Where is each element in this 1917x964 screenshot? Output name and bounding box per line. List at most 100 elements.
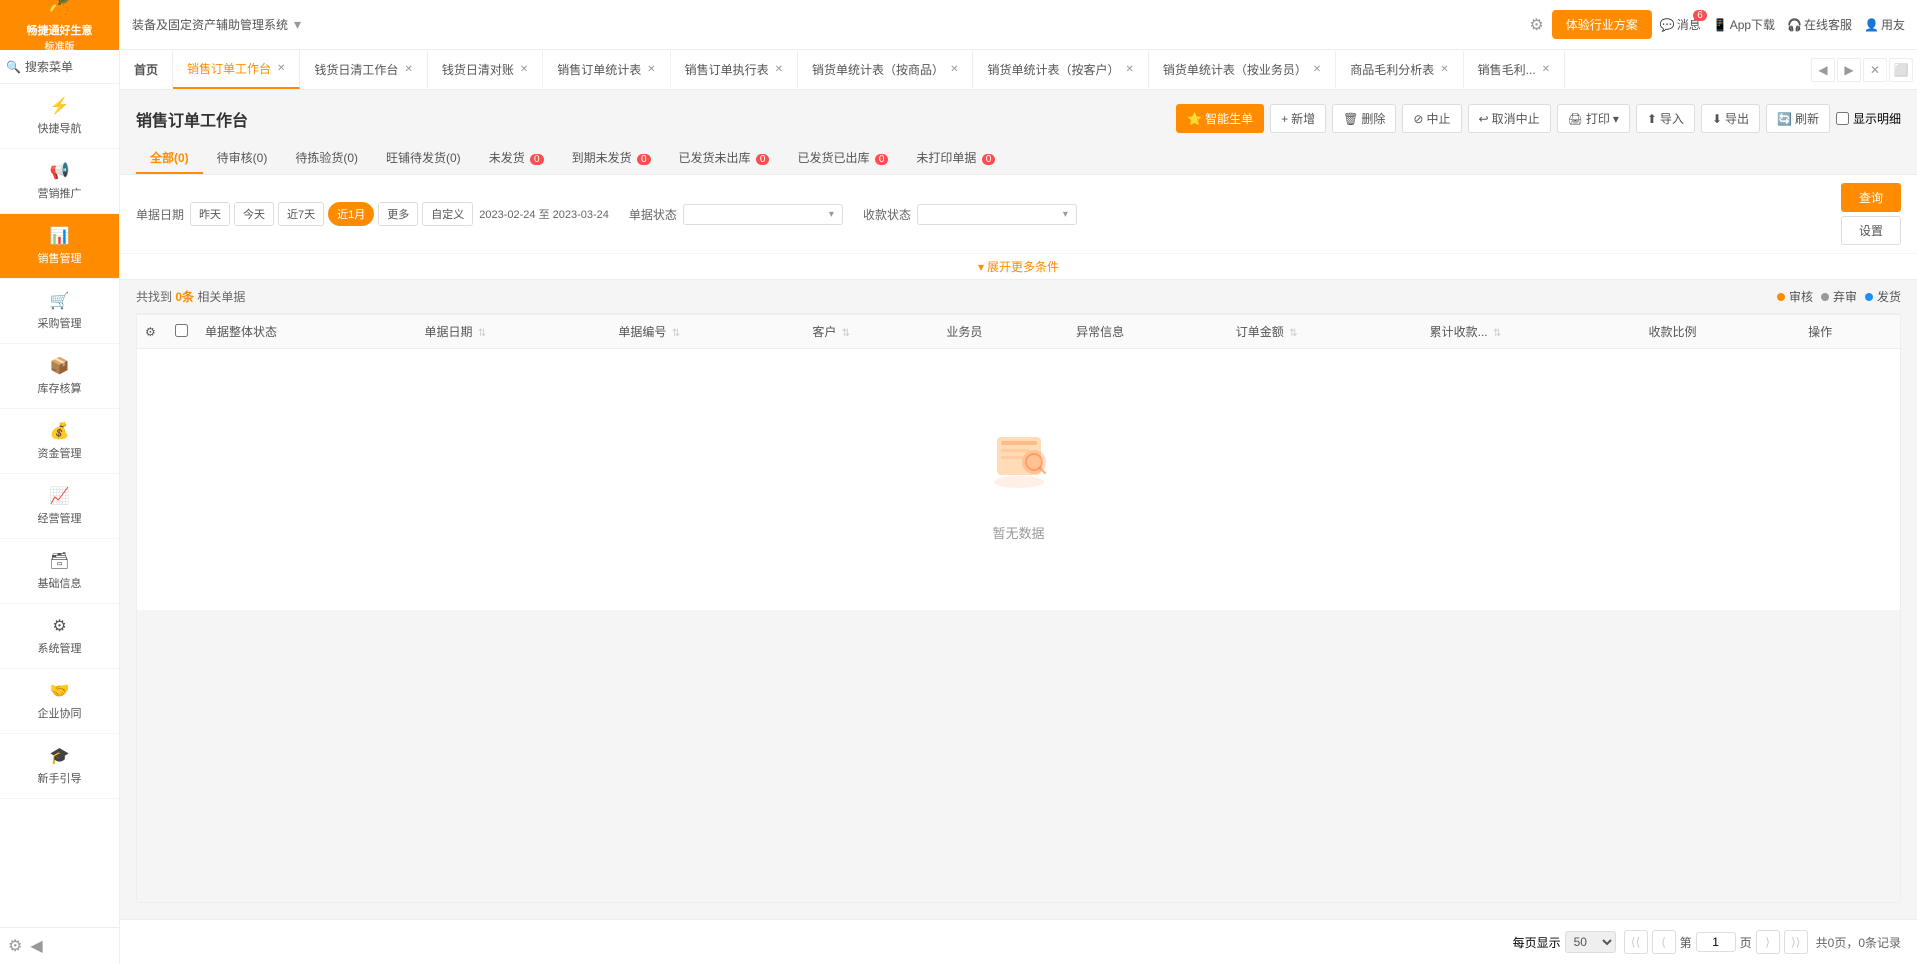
collapse-icon[interactable]: ◀: [30, 936, 42, 956]
user-area[interactable]: 👤 用友: [1864, 16, 1905, 33]
tab-close-icon[interactable]: ✕: [277, 63, 285, 74]
today-btn[interactable]: 今天: [234, 202, 274, 226]
page-input[interactable]: [1696, 932, 1736, 952]
table-col-number[interactable]: 单据编号 ⇅: [610, 315, 804, 349]
online-service-area[interactable]: 🎧 在线客服: [1787, 16, 1852, 33]
tab-close-icon[interactable]: ✕: [950, 64, 958, 75]
sidebar-item-system[interactable]: ⚙ 系统管理: [0, 604, 119, 669]
settings-icon[interactable]: ⚙: [8, 936, 22, 956]
select-all-checkbox[interactable]: [175, 324, 188, 337]
tab-sales-by-product[interactable]: 销货单统计表（按商品） ✕: [798, 51, 973, 88]
app-dropdown-icon[interactable]: ▾: [294, 16, 301, 33]
unaudit-link[interactable]: 弃审: [1821, 288, 1857, 305]
tab-close-icon[interactable]: ✕: [1125, 64, 1133, 75]
industry-solution-button[interactable]: 体验行业方案: [1552, 10, 1652, 39]
tab-gross-profit[interactable]: 商品毛利分析表 ✕: [1336, 51, 1463, 88]
sidebar-item-finance[interactable]: 💰 资金管理: [0, 409, 119, 474]
table-col-exception[interactable]: 异常信息: [1068, 315, 1228, 349]
tab-reconciliation[interactable]: 钱货日清对账 ✕: [428, 51, 543, 88]
tab-close-icon[interactable]: ✕: [1313, 64, 1321, 75]
more-date-btn[interactable]: 更多: [378, 202, 418, 226]
tab-close-icon[interactable]: ✕: [775, 64, 783, 75]
sidebar-item-sales[interactable]: 📊 销售管理: [0, 214, 119, 279]
sidebar-item-management[interactable]: 📈 经营管理: [0, 474, 119, 539]
sidebar-item-navigation[interactable]: ⚡ 快捷导航: [0, 84, 119, 149]
topbar-settings-icon[interactable]: ⚙: [1529, 15, 1543, 35]
sub-tab-pending-review[interactable]: 待审核(0): [203, 143, 282, 174]
show-detail-checkbox[interactable]: [1836, 112, 1849, 125]
status-select[interactable]: ▾: [683, 204, 843, 225]
import-button[interactable]: ⬆ 导入: [1636, 104, 1695, 133]
tab-close-icon[interactable]: ✕: [404, 64, 412, 75]
sub-tab-pending-pick[interactable]: 待拣验货(0): [281, 143, 372, 174]
table-col-staff[interactable]: 业务员: [938, 315, 1068, 349]
tab-close-icon[interactable]: ✕: [1440, 64, 1448, 75]
sub-tab-wangpu-pending[interactable]: 旺铺待发货(0): [372, 143, 475, 174]
query-button[interactable]: 查询: [1841, 183, 1901, 212]
table-col-status[interactable]: 单据整体状态: [197, 315, 417, 349]
yesterday-btn[interactable]: 昨天: [190, 202, 230, 226]
tab-next-button[interactable]: ▶: [1837, 58, 1861, 82]
audit-link[interactable]: 审核: [1777, 288, 1813, 305]
sidebar-search[interactable]: 🔍 搜索菜单: [0, 50, 119, 84]
first-page-button[interactable]: ⟨⟨: [1624, 930, 1648, 954]
last7days-btn[interactable]: 近7天: [278, 202, 324, 226]
table-col-operation[interactable]: 操作: [1800, 315, 1900, 349]
prev-page-button[interactable]: ⟨: [1652, 930, 1676, 954]
tab-sales-stats[interactable]: 销售订单统计表 ✕: [543, 51, 670, 88]
cancel-stop-button[interactable]: ↩ 取消中止: [1468, 104, 1551, 133]
app-download-area[interactable]: 📱 App下载: [1713, 16, 1775, 33]
tab-sales-by-staff[interactable]: 销货单统计表（按业务员） ✕: [1149, 51, 1336, 88]
sub-tab-not-printed[interactable]: 未打印单据 0: [902, 143, 1009, 174]
tab-close-icon[interactable]: ✕: [520, 64, 528, 75]
tab-close-icon[interactable]: ✕: [647, 64, 655, 75]
sidebar-item-enterprise[interactable]: 🤝 企业协同: [0, 669, 119, 734]
tab-home[interactable]: 首页: [120, 51, 173, 88]
per-page-select[interactable]: 10 20 50 100: [1565, 931, 1616, 953]
add-button[interactable]: + 新增: [1270, 104, 1326, 133]
sub-tab-not-shipped[interactable]: 未发货 0: [475, 143, 558, 174]
refresh-button[interactable]: 🔄 刷新: [1766, 104, 1830, 133]
tab-sales-workbench[interactable]: 销售订单工作台 ✕: [173, 50, 300, 89]
tab-expand-button[interactable]: ⬜: [1889, 58, 1913, 82]
table-col-received[interactable]: 累计收款... ⇅: [1422, 315, 1641, 349]
table-col-date[interactable]: 单据日期 ⇅: [417, 315, 611, 349]
stop-button[interactable]: ⊘ 中止: [1402, 104, 1461, 133]
payment-select[interactable]: ▾: [917, 204, 1077, 225]
expand-filter-button[interactable]: ▾ 展开更多条件: [978, 258, 1059, 275]
sidebar-item-guide[interactable]: 🎓 新手引导: [0, 734, 119, 799]
table-col-amount[interactable]: 订单金额 ⇅: [1228, 315, 1422, 349]
tab-prev-button[interactable]: ◀: [1811, 58, 1835, 82]
sub-tab-all[interactable]: 全部(0): [136, 143, 203, 174]
tab-close-icon[interactable]: ✕: [1542, 64, 1550, 75]
sidebar-item-inventory[interactable]: 📦 库存核算: [0, 344, 119, 409]
sub-tab-overdue[interactable]: 到期未发货 0: [558, 143, 665, 174]
tab-sales-exec[interactable]: 销售订单执行表 ✕: [671, 51, 798, 88]
show-detail-checkbox-area[interactable]: 显示明细: [1836, 110, 1901, 127]
smart-create-button[interactable]: ⭐ 智能生单: [1176, 104, 1264, 133]
table-col-settings[interactable]: ⚙: [137, 315, 167, 349]
tab-close-all-button[interactable]: ✕: [1863, 58, 1887, 82]
export-button[interactable]: ⬇ 导出: [1701, 104, 1760, 133]
horizontal-scrollbar[interactable]: [136, 903, 1901, 919]
table-col-ratio[interactable]: 收款比例: [1640, 315, 1800, 349]
sub-tab-shipped-out[interactable]: 已发货已出库 0: [783, 143, 902, 174]
tab-daily-cash[interactable]: 钱货日清工作台 ✕: [300, 51, 427, 88]
sidebar-item-purchase[interactable]: 🛒 采购管理: [0, 279, 119, 344]
next-page-button[interactable]: ⟩: [1756, 930, 1780, 954]
table-col-checkbox[interactable]: [167, 315, 197, 349]
message-icon-area[interactable]: 💬 6 消息: [1660, 16, 1701, 33]
custom-date-btn[interactable]: 自定义: [422, 202, 473, 226]
sub-tab-shipped-not-out[interactable]: 已发货未出库 0: [665, 143, 784, 174]
last-page-button[interactable]: ⟩⟩: [1784, 930, 1808, 954]
settings-button[interactable]: 设置: [1841, 216, 1901, 245]
sidebar-item-basic-info[interactable]: 🗃 基础信息: [0, 539, 119, 604]
last1month-btn[interactable]: 近1月: [328, 202, 374, 226]
ship-link[interactable]: 发货: [1865, 288, 1901, 305]
print-button[interactable]: 🖨 打印 ▾: [1557, 104, 1630, 133]
delete-button[interactable]: 🗑 删除: [1332, 104, 1396, 133]
tab-sales-profit[interactable]: 销售毛利... ✕: [1464, 51, 1565, 88]
table-col-customer[interactable]: 客户 ⇅: [804, 315, 938, 349]
sidebar-item-marketing[interactable]: 📢 营销推广: [0, 149, 119, 214]
tab-sales-by-customer[interactable]: 销货单统计表（按客户） ✕: [973, 51, 1148, 88]
